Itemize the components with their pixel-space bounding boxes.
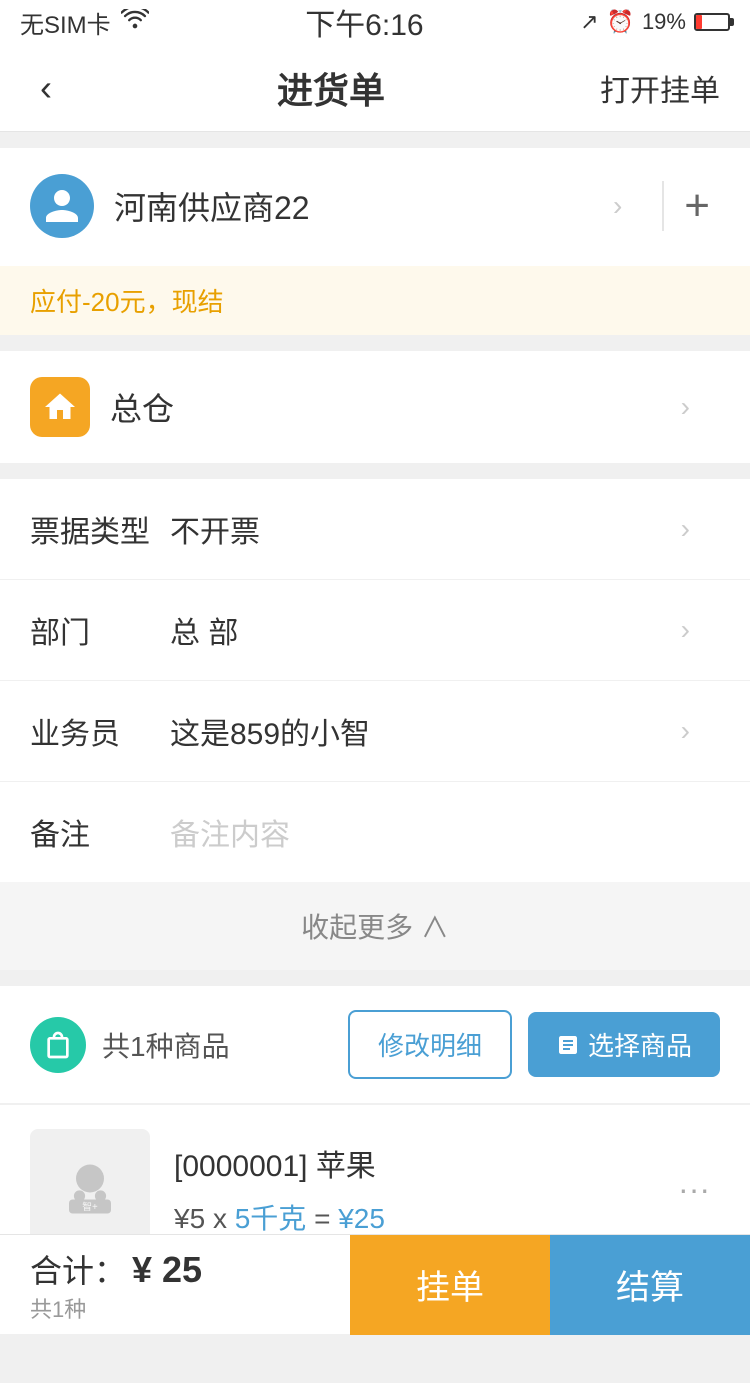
- product-info: [0000001] 苹果 ¥5 x 5千克 = ¥25: [174, 1141, 668, 1237]
- product-price: ¥5 x 5千克 = ¥25: [174, 1197, 668, 1237]
- department-label: 部门: [30, 608, 170, 652]
- quantity: 5千克: [235, 1203, 307, 1234]
- product-name: [0000001] 苹果: [174, 1141, 668, 1185]
- collapse-row[interactable]: 收起更多 ∧: [0, 882, 750, 970]
- invoice-type-value: 不开票: [170, 507, 681, 551]
- equals-sign: =: [314, 1203, 338, 1234]
- total-section: 合计： ¥ 25 共1种: [0, 1246, 350, 1324]
- total-sub: 共1种: [30, 1292, 320, 1324]
- shopping-bag-icon: [42, 1029, 74, 1061]
- salesperson-row[interactable]: 业务员 这是859的小智 ›: [0, 681, 750, 782]
- status-bar: 无SIM卡 下午6:16 ↗ ⏰ 19%: [0, 0, 750, 44]
- select-products-icon: [556, 1033, 580, 1057]
- status-right: ↗ ⏰ 19%: [580, 9, 730, 35]
- user-icon: [42, 186, 82, 226]
- battery-percent: 19%: [642, 9, 686, 35]
- supplier-row[interactable]: 河南供应商22 › +: [0, 148, 750, 264]
- supplier-chevron-icon: ›: [613, 190, 622, 222]
- add-supplier-button[interactable]: +: [674, 181, 720, 231]
- status-time: 下午6:16: [305, 0, 423, 44]
- salesperson-chevron-icon: ›: [681, 715, 690, 747]
- products-count: 共1种商品: [102, 1025, 348, 1065]
- department-chevron-icon: ›: [681, 614, 690, 646]
- supplier-name: 河南供应商22: [114, 183, 613, 229]
- collapse-label: 收起更多 ∧: [301, 912, 449, 943]
- remark-placeholder: 备注内容: [170, 810, 720, 854]
- warehouse-section[interactable]: 总仓 ›: [0, 351, 750, 463]
- bottom-bar: 合计： ¥ 25 共1种 挂单 结算: [0, 1234, 750, 1334]
- product-code: [0000001]: [174, 1150, 307, 1183]
- products-icon: [30, 1017, 86, 1073]
- products-header: 共1种商品 修改明细 选择商品: [0, 986, 750, 1103]
- salesperson-value: 这是859的小智: [170, 709, 681, 753]
- unit-price: ¥5: [174, 1203, 205, 1234]
- home-icon: [42, 389, 78, 425]
- total-label: 合计：: [30, 1246, 126, 1292]
- remark-label: 备注: [30, 810, 170, 854]
- select-products-button[interactable]: 选择商品: [528, 1012, 720, 1077]
- select-products-label: 选择商品: [588, 1026, 692, 1063]
- item-total: ¥25: [338, 1203, 385, 1234]
- department-value: 总 部: [170, 608, 681, 652]
- product-title: 苹果: [316, 1150, 376, 1183]
- alarm-icon: ⏰: [607, 9, 634, 35]
- location-icon: ↗: [580, 9, 598, 35]
- nav-bar: ‹ 进货单 打开挂单: [0, 44, 750, 132]
- invoice-type-row[interactable]: 票据类型 不开票 ›: [0, 479, 750, 580]
- product-thumbnail: 智+: [30, 1129, 150, 1249]
- supplier-divider: [662, 181, 664, 231]
- remark-row[interactable]: 备注 备注内容: [0, 782, 750, 882]
- invoice-chevron-icon: ›: [681, 513, 690, 545]
- edit-details-button[interactable]: 修改明细: [348, 1010, 512, 1079]
- warehouse-name: 总仓: [110, 384, 681, 430]
- back-button[interactable]: ‹: [30, 57, 62, 119]
- total-main: 合计： ¥ 25: [30, 1246, 320, 1292]
- page-title: 进货单: [277, 62, 385, 114]
- invoice-type-label: 票据类型: [30, 507, 170, 551]
- wifi-icon: [121, 8, 149, 36]
- total-amount: ¥ 25: [132, 1249, 202, 1291]
- svg-text:智+: 智+: [82, 1200, 98, 1213]
- checkout-button[interactable]: 结算: [550, 1235, 750, 1335]
- multiply-sign: x: [213, 1203, 235, 1234]
- status-left: 无SIM卡: [20, 5, 149, 40]
- supplier-avatar: [30, 174, 94, 238]
- warehouse-chevron-icon: ›: [681, 391, 690, 423]
- supplier-section: 河南供应商22 › + 应付-20元，现结: [0, 148, 750, 335]
- pending-button[interactable]: 挂单: [350, 1235, 550, 1335]
- product-default-icon: 智+: [55, 1154, 125, 1224]
- warehouse-icon: [30, 377, 90, 437]
- form-section: 票据类型 不开票 › 部门 总 部 › 业务员 这是859的小智 › 备注 备注…: [0, 479, 750, 882]
- battery-icon: [694, 13, 730, 31]
- supplier-notice: 应付-20元，现结: [0, 266, 750, 335]
- department-row[interactable]: 部门 总 部 ›: [0, 580, 750, 681]
- salesperson-label: 业务员: [30, 709, 170, 753]
- carrier-text: 无SIM卡: [20, 5, 111, 40]
- open-pending-button[interactable]: 打开挂单: [600, 66, 720, 110]
- product-more-button[interactable]: ···: [668, 1161, 720, 1218]
